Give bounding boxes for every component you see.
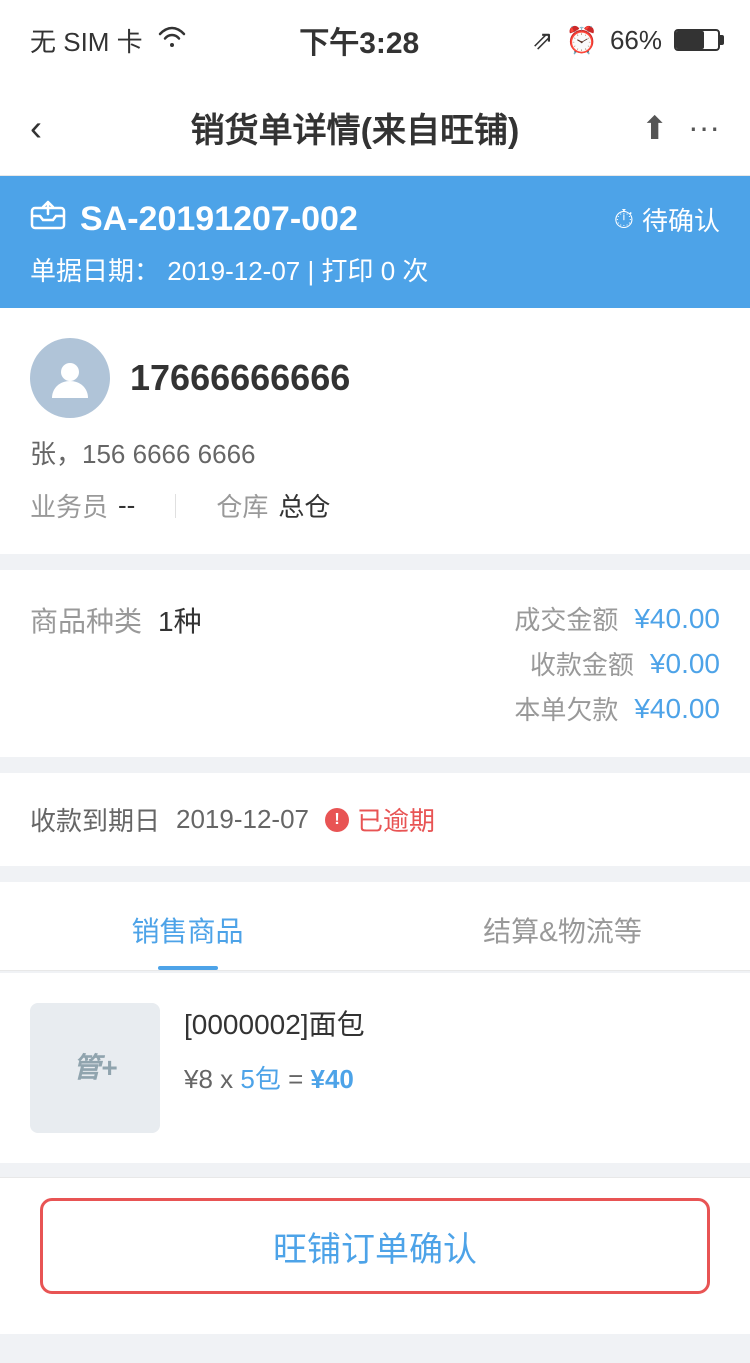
battery-icon	[674, 29, 720, 51]
sales-rep-item: 业务员 --	[30, 487, 135, 524]
equals-sign: =	[281, 1064, 311, 1094]
received-label: 收款金额	[530, 645, 634, 682]
customer-name: 张，156 6666 6666	[30, 434, 720, 471]
customer-avatar	[30, 338, 110, 418]
amount-value: ¥40.00	[634, 603, 720, 635]
customer-section: 17666666666 张，156 6666 6666 业务员 -- 仓库 总仓	[0, 308, 750, 554]
warehouse-item: 仓库 总仓	[216, 487, 330, 524]
order-id-text: SA-20191207-002	[80, 200, 358, 239]
product-section: 管+ [0000002]面包 ¥8 x 5包 = ¥40	[0, 973, 750, 1163]
price-label: ¥8 x	[184, 1064, 240, 1094]
order-id-row: SA-20191207-002 ⏱ 待确认	[30, 200, 720, 239]
page-title: 销货单详情(来自旺铺)	[90, 103, 620, 152]
due-date: 2019-12-07	[176, 804, 309, 835]
location-icon: ⇗	[532, 25, 554, 56]
status-left: 无 SIM 卡	[30, 22, 187, 59]
date-label: 单据日期：	[30, 256, 160, 286]
warehouse-label: 仓库	[216, 487, 268, 524]
tabs-section: 销售商品 结算&物流等	[0, 882, 750, 971]
share-icon[interactable]: ⬆	[641, 109, 668, 147]
order-header: SA-20191207-002 ⏱ 待确认 单据日期： 2019-12-07 |…	[0, 176, 750, 308]
tab-products[interactable]: 销售商品	[0, 882, 375, 970]
customer-meta: 业务员 -- 仓库 总仓	[30, 487, 720, 524]
product-type-group: 商品种类 1种	[30, 600, 202, 640]
status-right: ⇗ ⏰ 66%	[532, 25, 720, 56]
warehouse-value: 总仓	[278, 487, 330, 524]
status-bar: 无 SIM 卡 下午3:28 ⇗ ⏰ 66%	[0, 0, 750, 80]
total-price: ¥40	[310, 1064, 353, 1094]
order-inbox-icon	[30, 200, 66, 239]
battery-percent: 66%	[610, 25, 662, 56]
product-info: [0000002]面包 ¥8 x 5包 = ¥40	[184, 1003, 720, 1096]
clock-icon: ⏱	[614, 204, 634, 236]
sales-rep-value: --	[118, 490, 135, 521]
quantity: 5包	[240, 1064, 280, 1094]
owed-value: ¥40.00	[634, 693, 720, 725]
more-icon[interactable]: ···	[688, 109, 720, 146]
product-name: [0000002]面包	[184, 1003, 720, 1043]
summary-section: 商品种类 1种 成交金额 ¥40.00 收款金额 ¥0.00 本单欠款 ¥40.…	[0, 570, 750, 757]
status-time: 下午3:28	[299, 18, 419, 62]
product-type-label: 商品种类	[30, 600, 142, 640]
nav-bar: ‹ 销货单详情(来自旺铺) ⬆ ···	[0, 80, 750, 176]
overdue-badge: ! 已逾期	[325, 801, 435, 838]
order-status: ⏱ 待确认	[614, 201, 720, 238]
tabs-row: 销售商品 结算&物流等	[0, 882, 750, 971]
amount-item: 成交金额 ¥40.00	[514, 600, 720, 637]
due-label: 收款到期日	[30, 801, 160, 838]
product-price: ¥8 x 5包 = ¥40	[184, 1059, 720, 1096]
product-logo: 管+	[73, 1053, 117, 1084]
sales-rep-label: 业务员	[30, 487, 108, 524]
amounts-group: 成交金额 ¥40.00 收款金额 ¥0.00 本单欠款 ¥40.00	[514, 600, 720, 727]
summary-row: 商品种类 1种 成交金额 ¥40.00 收款金额 ¥0.00 本单欠款 ¥40.…	[30, 600, 720, 727]
meta-divider	[175, 494, 176, 518]
order-date: 2019-12-07	[167, 256, 300, 286]
amount-label: 成交金额	[514, 600, 618, 637]
order-id: SA-20191207-002	[30, 200, 358, 239]
alarm-icon: ⏰	[566, 25, 598, 56]
product-type-value: 1种	[158, 600, 202, 640]
nav-actions: ⬆ ···	[620, 109, 720, 147]
wifi-icon	[157, 25, 187, 56]
tab-settlement[interactable]: 结算&物流等	[375, 882, 750, 970]
due-date-section: 收款到期日 2019-12-07 ! 已逾期	[0, 773, 750, 866]
print-label: | 打印	[307, 256, 380, 286]
order-date-row: 单据日期： 2019-12-07 | 打印 0 次	[30, 251, 720, 288]
confirm-order-button[interactable]: 旺铺订单确认	[40, 1198, 710, 1294]
overdue-dot-icon: !	[325, 808, 349, 832]
owed-item: 本单欠款 ¥40.00	[514, 690, 720, 727]
received-item: 收款金额 ¥0.00	[530, 645, 720, 682]
received-value: ¥0.00	[650, 648, 720, 680]
print-count: 0	[381, 256, 395, 286]
owed-label: 本单欠款	[514, 690, 618, 727]
customer-phone: 17666666666	[130, 357, 350, 399]
customer-top: 17666666666	[30, 338, 720, 418]
status-text: 待确认	[642, 201, 720, 238]
back-button[interactable]: ‹	[30, 107, 90, 149]
print-unit: 次	[402, 256, 428, 286]
product-thumbnail: 管+	[30, 1003, 160, 1133]
carrier-text: 无 SIM 卡	[30, 22, 143, 59]
overdue-text: 已逾期	[357, 801, 435, 838]
bottom-button-area: 旺铺订单确认	[0, 1177, 750, 1334]
